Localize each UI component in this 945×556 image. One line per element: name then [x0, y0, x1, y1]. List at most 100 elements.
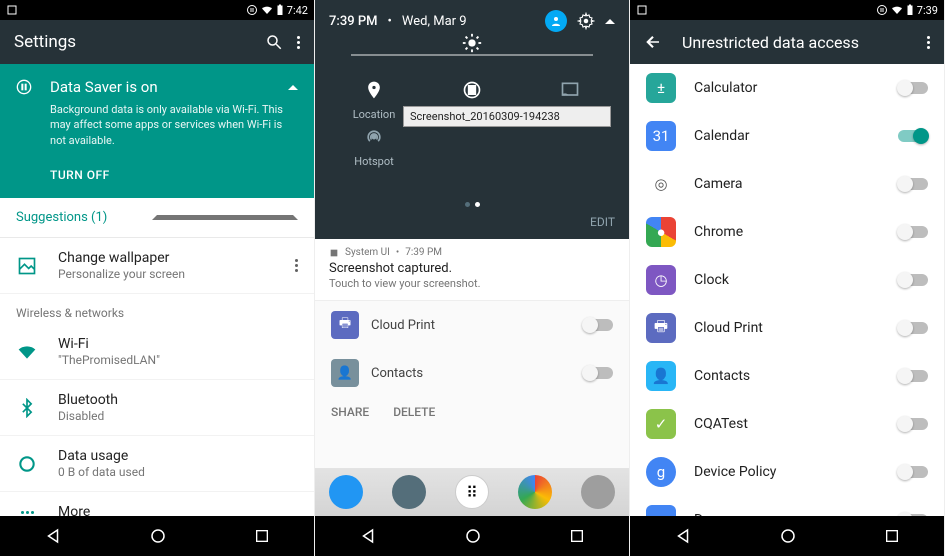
datausage-item[interactable]: Data usage 0 B of data used	[0, 436, 314, 492]
datasaver-description: Background data is only available via Wi…	[50, 102, 298, 148]
bluetooth-item[interactable]: Bluetooth Disabled	[0, 380, 314, 436]
datasaver-title: Data Saver is on	[50, 78, 270, 96]
android-icon	[329, 248, 339, 258]
home-nav-icon[interactable]	[779, 527, 797, 545]
wifi-status-icon	[261, 4, 273, 16]
chevron-up-icon[interactable]	[288, 85, 298, 90]
datausage-icon	[16, 454, 38, 474]
app-icon: ✓	[646, 409, 676, 439]
toggle[interactable]	[898, 322, 928, 334]
app-row[interactable]: ● Chrome	[630, 208, 944, 256]
app-name: Camera	[694, 176, 880, 192]
brightness-slider[interactable]	[315, 42, 629, 60]
app-row[interactable]: 👤Contacts	[630, 352, 944, 400]
app-name: Contacts	[694, 368, 880, 384]
chrome-app-icon[interactable]	[518, 475, 552, 509]
app-row[interactable]: gDevice Policy	[630, 448, 944, 496]
more-icon	[16, 511, 38, 514]
notif-app: System UI	[345, 247, 390, 258]
statusbar: 7:39	[630, 0, 944, 20]
toggle[interactable]	[898, 466, 928, 478]
overflow-menu-icon[interactable]	[927, 36, 930, 49]
app-list[interactable]: ±Calculator31Calendar ◎ Camera ● Chrome ◷Cloc…	[630, 64, 944, 516]
recents-nav-icon[interactable]	[569, 528, 585, 544]
brightness-icon	[461, 32, 483, 54]
recents-nav-icon[interactable]	[884, 528, 900, 544]
share-label: Contacts	[371, 366, 423, 381]
change-wallpaper-item[interactable]: Change wallpaper Personalize your screen	[0, 238, 314, 294]
collapse-icon[interactable]	[605, 19, 615, 24]
home-nav-icon[interactable]	[149, 527, 167, 545]
datasaver-banner[interactable]: Data Saver is on Background data is only…	[0, 64, 314, 198]
toggle[interactable]	[898, 82, 928, 94]
item-title: Data usage	[58, 448, 298, 464]
app-row[interactable]: ◎ Camera	[630, 160, 944, 208]
nav-bar	[315, 516, 629, 556]
toggle[interactable]	[583, 367, 613, 379]
app-row[interactable]: 🖶Cloud Print	[630, 304, 944, 352]
app-name: Chrome	[694, 224, 880, 240]
wifi-icon	[16, 342, 38, 362]
toggle[interactable]	[898, 370, 928, 382]
overflow-menu-icon[interactable]	[297, 36, 300, 49]
contacts-icon: 👤	[331, 359, 359, 387]
phone-app-icon[interactable]	[329, 475, 363, 509]
app-row[interactable]: ✓CQATest	[630, 400, 944, 448]
messages-app-icon[interactable]	[392, 475, 426, 509]
recents-nav-icon[interactable]	[254, 528, 270, 544]
share-contacts-row[interactable]: 👤 Contacts	[315, 349, 629, 397]
screenshot-notification[interactable]: System UI • 7:39 PM Screenshot captured.…	[315, 239, 629, 301]
edit-button[interactable]: EDIT	[315, 215, 629, 239]
hotspot-tile[interactable]: Hotspot	[325, 127, 423, 168]
turnoff-button[interactable]: TURN OFF	[50, 162, 110, 188]
back-nav-icon[interactable]	[674, 527, 692, 545]
app-icon: ●	[646, 217, 676, 247]
toggle[interactable]	[898, 130, 928, 142]
toggle[interactable]	[898, 418, 928, 430]
search-icon[interactable]	[265, 33, 283, 51]
cloudprint-icon: 🖶	[331, 311, 359, 339]
back-nav-icon[interactable]	[44, 527, 62, 545]
suggestions-header[interactable]: Suggestions (1)	[0, 198, 314, 238]
bluetooth-icon	[16, 398, 38, 418]
app-row[interactable]: ◷Clock	[630, 256, 944, 304]
app-row[interactable]: ≡Docs	[630, 496, 944, 516]
settings-appbar: Settings	[0, 20, 314, 64]
item-overflow-icon[interactable]	[295, 259, 298, 272]
statusbar-time: 7:39	[917, 4, 938, 17]
toggle[interactable]	[898, 274, 928, 286]
toggle[interactable]	[898, 178, 928, 190]
home-nav-icon[interactable]	[464, 527, 482, 545]
app-row[interactable]: 31Calendar	[630, 112, 944, 160]
share-label: Cloud Print	[371, 318, 435, 333]
quicksettings-screen: 7:39 PM • Wed, Mar 9 Location Data Saver…	[315, 0, 630, 556]
gear-icon[interactable]	[577, 12, 595, 30]
app-icon: ◎	[646, 169, 676, 199]
user-avatar-icon[interactable]	[545, 10, 567, 32]
app-icon: ≡	[646, 505, 676, 516]
camera-app-icon[interactable]	[581, 475, 615, 509]
cast-icon	[560, 80, 580, 100]
datasaver-icon	[462, 80, 482, 100]
notif-subtitle: Touch to view your screenshot.	[329, 277, 615, 290]
app-name: Calculator	[694, 80, 880, 96]
wifi-item[interactable]: Wi-Fi "ThePromisedLAN"	[0, 324, 314, 380]
nav-bar	[0, 516, 314, 556]
back-arrow-icon[interactable]	[644, 33, 662, 51]
datasaver-tile[interactable]: Data Saver Screenshot_20160309-194238	[423, 80, 521, 121]
toggle[interactable]	[583, 319, 613, 331]
suggestions-label: Suggestions (1)	[16, 210, 152, 225]
app-row[interactable]: ±Calculator	[630, 64, 944, 112]
wireless-section-header: Wireless & networks	[0, 294, 314, 324]
back-nav-icon[interactable]	[359, 527, 377, 545]
appbar-title: Settings	[14, 32, 251, 52]
share-button[interactable]: SHARE	[331, 405, 369, 419]
item-subtitle: Disabled	[58, 409, 298, 423]
app-name: Clock	[694, 272, 880, 288]
share-cloudprint-row[interactable]: 🖶 Cloud Print	[315, 301, 629, 349]
toggle[interactable]	[898, 226, 928, 238]
item-title: Change wallpaper	[58, 250, 275, 266]
screenshot-toast: Screenshot_20160309-194238	[403, 106, 611, 127]
delete-button[interactable]: DELETE	[393, 405, 435, 419]
apps-drawer-icon[interactable]: ⠿	[455, 475, 489, 509]
